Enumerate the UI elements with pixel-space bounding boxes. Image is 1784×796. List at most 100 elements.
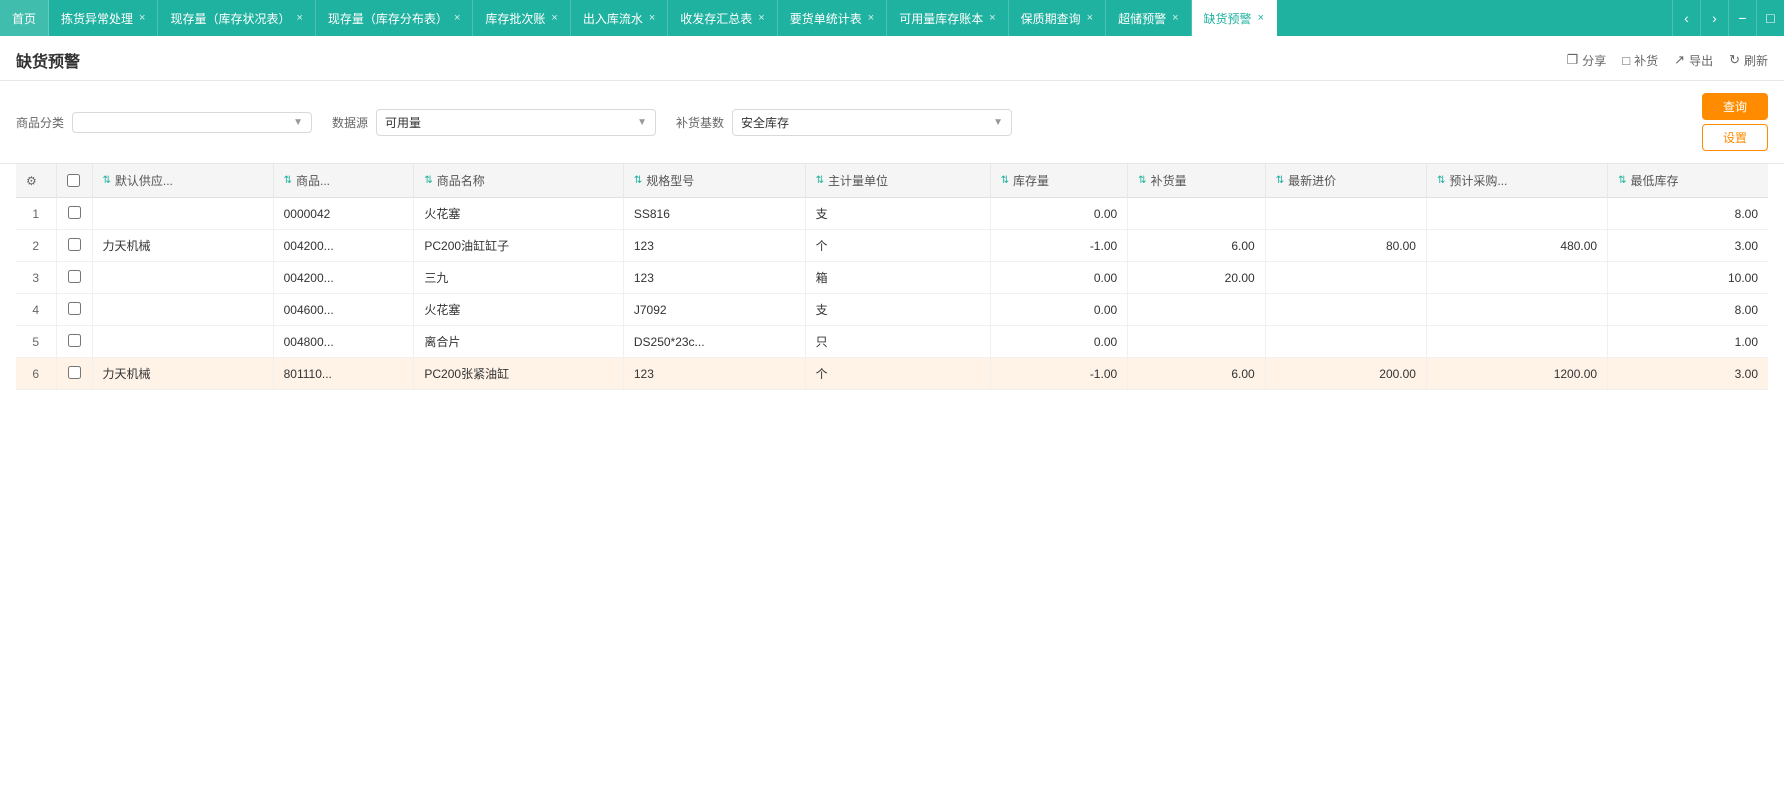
- tab-maximize-button[interactable]: □: [1756, 0, 1784, 36]
- table-row: 6 力天机械 801110... PC200张紧油缸 123 个 -1.00 6…: [16, 358, 1768, 390]
- tab-overstock[interactable]: 超储预警 ×: [1106, 0, 1191, 36]
- tab-inventory-dist[interactable]: 现存量（库存分布表） ×: [316, 0, 473, 36]
- cell-estimated: 480.00: [1426, 230, 1607, 262]
- cell-name: 火花塞: [414, 198, 623, 230]
- tab-close-collect[interactable]: ×: [758, 12, 764, 24]
- replenish-base-select[interactable]: 安全库存 ▼: [732, 109, 1012, 136]
- export-button[interactable]: ↗ 导出: [1674, 52, 1713, 69]
- tab-close-inventory-dist[interactable]: ×: [454, 12, 460, 24]
- cell-code: 0000042: [273, 198, 414, 230]
- tab-close-inventory-status[interactable]: ×: [296, 12, 302, 24]
- cell-replenish: [1128, 198, 1266, 230]
- th-supplier[interactable]: ⇅ 默认供应...: [92, 164, 273, 198]
- cell-stock: 0.00: [990, 262, 1128, 294]
- tab-batch[interactable]: 库存批次账 ×: [473, 0, 570, 36]
- tab-minimize-button[interactable]: −: [1728, 0, 1756, 36]
- cell-checkbox[interactable]: [56, 262, 92, 294]
- tab-abnormal[interactable]: 拣货异常处理 ×: [49, 0, 158, 36]
- cell-name: 三九: [414, 262, 623, 294]
- cell-spec: SS816: [623, 198, 805, 230]
- tab-close-expiry[interactable]: ×: [1087, 12, 1093, 24]
- category-select[interactable]: ▼: [72, 112, 312, 133]
- sort-supplier-icon: ⇅: [103, 175, 111, 186]
- cell-code: 801110...: [273, 358, 414, 390]
- cell-min-stock: 10.00: [1608, 262, 1768, 294]
- cell-name: 火花塞: [414, 294, 623, 326]
- tab-close-abnormal[interactable]: ×: [139, 12, 145, 24]
- cell-latest-price: [1265, 262, 1426, 294]
- th-spec[interactable]: ⇅ 规格型号: [623, 164, 805, 198]
- tab-demand[interactable]: 要货单统计表 ×: [778, 0, 887, 36]
- replenish-base-filter-group: 补货基数 安全库存 ▼: [676, 109, 1012, 136]
- replenish-button[interactable]: □ 补货: [1622, 52, 1658, 69]
- datasource-label: 数据源: [332, 114, 368, 131]
- select-all-checkbox[interactable]: [67, 174, 80, 187]
- query-button[interactable]: 查询: [1702, 93, 1768, 120]
- row-checkbox[interactable]: [68, 238, 81, 251]
- datasource-select-arrow: ▼: [637, 117, 647, 128]
- sort-replenish-icon: ⇅: [1138, 175, 1146, 186]
- cell-row-num: 2: [16, 230, 56, 262]
- share-button[interactable]: ❐ 分享: [1567, 52, 1607, 69]
- row-checkbox[interactable]: [68, 366, 81, 379]
- tab-shortage[interactable]: 缺货预警 ×: [1192, 0, 1277, 36]
- tab-close-overstock[interactable]: ×: [1172, 12, 1178, 24]
- cell-code: 004800...: [273, 326, 414, 358]
- table-body: 1 0000042 火花塞 SS816 支 0.00 8.00 2 力天机械 0…: [16, 198, 1768, 390]
- th-latest-price[interactable]: ⇅ 最新进价: [1265, 164, 1426, 198]
- cell-unit: 个: [805, 358, 990, 390]
- cell-supplier: 力天机械: [92, 358, 273, 390]
- cell-row-num: 6: [16, 358, 56, 390]
- tab-flow[interactable]: 出入库流水 ×: [571, 0, 668, 36]
- main-content: 缺货预警 ❐ 分享 □ 补货 ↗ 导出 ↻ 刷新 商品分类: [0, 36, 1784, 796]
- cell-supplier: [92, 294, 273, 326]
- tab-next-button[interactable]: ›: [1700, 0, 1728, 36]
- refresh-button[interactable]: ↻ 刷新: [1729, 52, 1768, 69]
- cell-unit: 个: [805, 230, 990, 262]
- th-stock[interactable]: ⇅ 库存量: [990, 164, 1128, 198]
- cell-row-num: 1: [16, 198, 56, 230]
- cell-checkbox[interactable]: [56, 294, 92, 326]
- th-settings[interactable]: ⚙: [16, 164, 56, 198]
- th-min-stock[interactable]: ⇅ 最低库存: [1608, 164, 1768, 198]
- tab-bar: 首页 拣货异常处理 × 现存量（库存状况表） × 现存量（库存分布表） × 库存…: [0, 0, 1784, 36]
- sort-code-icon: ⇅: [284, 175, 292, 186]
- tab-close-demand[interactable]: ×: [868, 12, 874, 24]
- tab-available[interactable]: 可用量库存账本 ×: [887, 0, 1008, 36]
- cell-stock: -1.00: [990, 358, 1128, 390]
- tab-collect[interactable]: 收发存汇总表 ×: [668, 0, 777, 36]
- tab-expiry[interactable]: 保质期查询 ×: [1009, 0, 1106, 36]
- row-checkbox[interactable]: [68, 302, 81, 315]
- row-checkbox[interactable]: [68, 206, 81, 219]
- tab-close-batch[interactable]: ×: [551, 12, 557, 24]
- table-row: 3 004200... 三九 123 箱 0.00 20.00 10.00: [16, 262, 1768, 294]
- tab-home[interactable]: 首页: [0, 0, 49, 36]
- datasource-select[interactable]: 可用量 ▼: [376, 109, 656, 136]
- refresh-icon: ↻: [1729, 52, 1740, 68]
- cell-checkbox[interactable]: [56, 230, 92, 262]
- cell-estimated: [1426, 294, 1607, 326]
- datasource-value: 可用量: [385, 114, 421, 131]
- th-name[interactable]: ⇅ 商品名称: [414, 164, 623, 198]
- cell-spec: 123: [623, 262, 805, 294]
- cell-checkbox[interactable]: [56, 198, 92, 230]
- tab-prev-button[interactable]: ‹: [1672, 0, 1700, 36]
- tab-close-available[interactable]: ×: [989, 12, 995, 24]
- cell-spec: J7092: [623, 294, 805, 326]
- cell-unit: 支: [805, 198, 990, 230]
- th-estimated[interactable]: ⇅ 预计采购...: [1426, 164, 1607, 198]
- cell-min-stock: 8.00: [1608, 198, 1768, 230]
- cell-checkbox[interactable]: [56, 358, 92, 390]
- tab-close-shortage[interactable]: ×: [1258, 12, 1264, 24]
- cell-code: 004600...: [273, 294, 414, 326]
- tab-close-flow[interactable]: ×: [649, 12, 655, 24]
- row-checkbox[interactable]: [68, 270, 81, 283]
- th-unit[interactable]: ⇅ 主计量单位: [805, 164, 990, 198]
- settings-button[interactable]: 设置: [1702, 124, 1768, 151]
- th-replenish[interactable]: ⇅ 补货量: [1128, 164, 1266, 198]
- row-checkbox[interactable]: [68, 334, 81, 347]
- tab-inventory-status[interactable]: 现存量（库存状况表） ×: [158, 0, 315, 36]
- cell-checkbox[interactable]: [56, 326, 92, 358]
- sort-spec-icon: ⇅: [634, 175, 642, 186]
- th-code[interactable]: ⇅ 商品...: [273, 164, 414, 198]
